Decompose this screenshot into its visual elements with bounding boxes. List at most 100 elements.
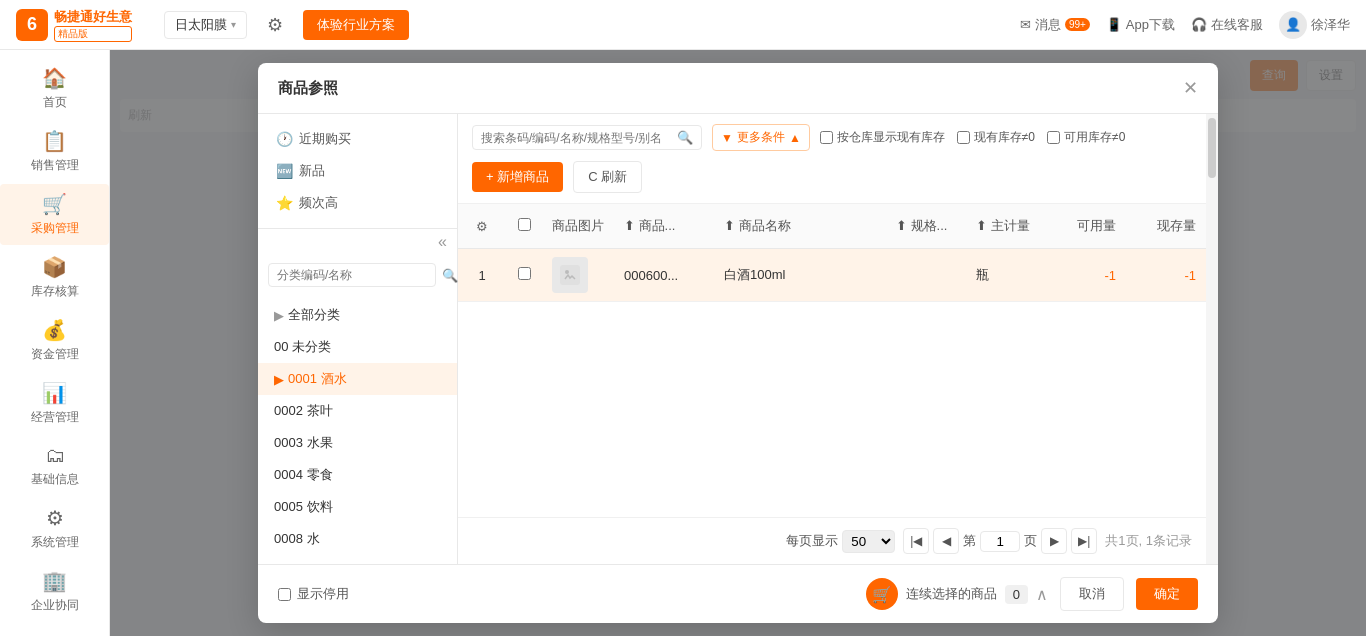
trial-button[interactable]: 体验行业方案 (303, 10, 409, 40)
page-size-select[interactable]: 50 100 (842, 530, 895, 553)
scrollbar-thumb[interactable] (1208, 118, 1216, 178)
sidebar-item-4[interactable]: 💰资金管理 (0, 310, 109, 371)
pagination: 每页显示 50 100 |◀ ◀ 第 (458, 517, 1206, 564)
sidebar-item-7[interactable]: ⚙系统管理 (0, 498, 109, 559)
sidebar-item-label: 基础信息 (31, 471, 79, 488)
th-name: ⬆ 商品名称 (714, 204, 886, 249)
scrollbar[interactable] (1206, 114, 1218, 564)
sidebar-item-0[interactable]: 🏠首页 (0, 58, 109, 119)
next-page-button[interactable]: ▶ (1041, 528, 1067, 554)
logo-text: 畅捷通好生意 精品版 (54, 8, 132, 42)
sidebar-item-label: 系统管理 (31, 534, 79, 551)
sidebar-item-8[interactable]: 🏢企业协同 (0, 561, 109, 622)
sidebar-item-label: 销售管理 (31, 157, 79, 174)
collapse-left-icon[interactable]: « (438, 233, 447, 251)
sidebar-icon: 🛒 (42, 192, 67, 216)
table-toolbar: 🔍 ▼ 更多条件 ▲ 按仓库显示现有库存 (458, 114, 1206, 204)
filter-icon: ▼ (721, 131, 733, 145)
last-page-button[interactable]: ▶| (1071, 528, 1097, 554)
sidebar-item-1[interactable]: 📋 销售管理 (0, 121, 109, 182)
store-name: 日太阳膜 (175, 16, 227, 34)
th-image: 商品图片 (542, 204, 614, 249)
left-panel: 🕐 近期购买 🆕 新品 ⭐ 频次高 (258, 114, 458, 564)
category-search-icon[interactable]: 🔍 (442, 268, 458, 283)
refresh-button[interactable]: C 刷新 (573, 161, 642, 193)
row-checkbox[interactable] (518, 267, 531, 280)
product-reference-dialog: 商品参照 ✕ 🕐 近期购买 🆕 (258, 63, 1218, 623)
chevron-down-icon: ▾ (231, 19, 236, 30)
category-item-water[interactable]: 0008 水 (258, 523, 457, 554)
star-icon: ⭐ (276, 195, 293, 211)
row-name: 白酒100ml (714, 249, 886, 302)
page-number-input[interactable] (980, 531, 1020, 552)
row-spec (886, 249, 966, 302)
first-page-button[interactable]: |◀ (903, 528, 929, 554)
sidebar-icon: 📋 (42, 129, 67, 153)
cancel-button[interactable]: 取消 (1060, 577, 1124, 611)
show-disabled-checkbox[interactable]: 显示停用 (278, 585, 349, 603)
category-search-input[interactable] (268, 263, 436, 287)
sidebar-item-3[interactable]: 📦库存核算 (0, 247, 109, 308)
sidebar: 🏠首页 📋 销售管理 🛒 采购管理 📦库存核算💰资金管理 📊 经营管理 🗂基础信息⚙系统管理🏢企… (0, 50, 110, 636)
dialog-overlay: 商品参照 ✕ 🕐 近期购买 🆕 (110, 50, 1366, 636)
user-menu[interactable]: 👤 徐泽华 (1279, 11, 1350, 39)
tab-high-frequency[interactable]: ⭐ 频次高 (268, 188, 447, 218)
column-settings-icon[interactable]: ⚙ (468, 212, 496, 240)
search-icon[interactable]: 🔍 (677, 130, 693, 145)
close-button[interactable]: ✕ (1183, 77, 1198, 99)
sidebar-item-label: 经营管理 (31, 409, 79, 426)
page-info: 共1页, 1条记录 (1105, 532, 1192, 550)
cart-icon[interactable]: 🛒 (866, 578, 898, 610)
panel-collapse-area: « (258, 229, 457, 255)
store-selector[interactable]: 日太阳膜 ▾ (164, 11, 247, 39)
sidebar-item-5[interactable]: 📊 经营管理 (0, 373, 109, 434)
message-badge: 99+ (1065, 18, 1090, 31)
checkbox-warehouse-stock[interactable]: 按仓库显示现有库存 (820, 129, 945, 146)
layout: 🏠首页📋销售管理🛒采购管理📦库存核算💰资金管理📊经营管理🗂基础信息⚙系统管理🏢企… (0, 50, 1366, 636)
add-product-button[interactable]: + 新增商品 (472, 162, 563, 192)
cart-count: 0 (1005, 585, 1028, 604)
sidebar-item-9[interactable]: 📖新手引导 (0, 624, 109, 636)
th-checkbox (506, 204, 542, 249)
confirm-button[interactable]: 确定 (1136, 578, 1198, 610)
product-table: ⚙ 商品图片 ⬆ 商品... (458, 204, 1206, 302)
prev-page-button[interactable]: ◀ (933, 528, 959, 554)
customer-service-link[interactable]: 🎧 在线客服 (1191, 16, 1263, 34)
checkbox-nonzero-stock[interactable]: 现有库存≠0 (957, 129, 1035, 146)
product-search-input[interactable] (481, 131, 671, 145)
tab-recent-purchase[interactable]: 🕐 近期购买 (268, 124, 447, 154)
svg-point-1 (565, 270, 569, 274)
category-item-fruit[interactable]: 0003 水果 (258, 427, 457, 459)
sidebar-icon: 📊 (42, 381, 67, 405)
more-filters-button[interactable]: ▼ 更多条件 ▲ (712, 124, 810, 151)
tab-new-products[interactable]: 🆕 新品 (268, 156, 447, 186)
checkbox-nonzero-available[interactable]: 可用库存≠0 (1047, 129, 1125, 146)
logo-icon: 6 (16, 9, 48, 41)
sidebar-item-2[interactable]: 🛒 采购管理 (0, 184, 109, 245)
app-download-link[interactable]: 📱 App下载 (1106, 16, 1175, 34)
sidebar-item-label: 库存核算 (31, 283, 79, 300)
left-tabs: 🕐 近期购买 🆕 新品 ⭐ 频次高 (258, 124, 457, 229)
cart-area: 🛒 连续选择的商品 0 ∧ (866, 578, 1048, 610)
category-list: ▶ 全部分类 00 未分类 ▶ 0001 酒水 0002 茶叶 0003 水果 … (258, 295, 457, 554)
th-code: ⬆ 商品... (614, 204, 714, 249)
row-available: -1 (1046, 249, 1126, 302)
row-stock: -1 (1126, 249, 1206, 302)
sidebar-item-6[interactable]: 🗂基础信息 (0, 436, 109, 496)
settings-icon[interactable]: ⚙ (259, 9, 291, 41)
footer-collapse-icon[interactable]: ∧ (1036, 585, 1048, 604)
category-item-snacks[interactable]: 0004 零食 (258, 459, 457, 491)
messages-link[interactable]: ✉ 消息 99+ (1020, 16, 1090, 34)
navbar-actions: ✉ 消息 99+ 📱 App下载 🎧 在线客服 👤 徐泽华 (1020, 11, 1350, 39)
navbar: 6 畅捷通好生意 精品版 日太阳膜 ▾ ⚙ 体验行业方案 ✉ 消息 99+ 📱 … (0, 0, 1366, 50)
sidebar-item-label: 采购管理 (31, 220, 79, 237)
select-all-checkbox[interactable] (518, 218, 531, 231)
category-item-tea[interactable]: 0002 茶叶 (258, 395, 457, 427)
show-disabled-input[interactable] (278, 588, 291, 601)
category-item-all[interactable]: ▶ 全部分类 (258, 299, 457, 331)
category-item-uncategorized[interactable]: 00 未分类 (258, 331, 457, 363)
category-item-alcohol[interactable]: ▶ 0001 酒水 (258, 363, 457, 395)
table-row[interactable]: 1 (458, 249, 1206, 302)
category-item-beverages[interactable]: 0005 饮料 (258, 491, 457, 523)
row-unit: 瓶 (966, 249, 1046, 302)
